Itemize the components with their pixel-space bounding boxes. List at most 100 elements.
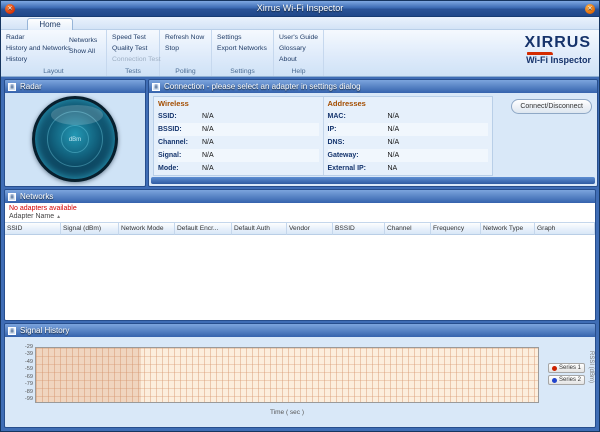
signal-history-panel: ≡ Signal History -29 -39 -49 -59 -69 -79…: [4, 323, 596, 428]
ribbon-item-radar[interactable]: Radar: [4, 32, 66, 43]
radar-panel: ≡ Radar dBm: [4, 79, 146, 187]
column-header-signal[interactable]: Signal (dBm): [61, 223, 119, 235]
ip-label: IP:: [327, 126, 337, 133]
window-title: Xirrus Wi-Fi Inspector: [256, 3, 344, 13]
column-header-bssid[interactable]: BSSID: [333, 223, 385, 235]
ribbon-item-glossary[interactable]: Glossary: [277, 43, 322, 54]
ribbon-group-settings: Settings Export Networks Settings: [212, 30, 274, 76]
networks-panel-header: ≡ Networks: [5, 190, 595, 203]
radar-dbm-label: dBm: [68, 137, 82, 143]
ribbon-tab-row: Home: [1, 17, 599, 30]
gateway-value: N/A: [387, 152, 400, 159]
networks-panel: ≡ Networks No adapters available Adapter…: [4, 189, 596, 321]
y-tick: -89: [24, 388, 33, 395]
ssid-label: SSID:: [158, 113, 177, 120]
ribbon-item-history[interactable]: History: [4, 54, 66, 65]
chart-y-axis-ticks: -29 -39 -49 -59 -69 -79 -89 -99: [11, 344, 33, 402]
bssid-label: BSSID:: [158, 126, 182, 133]
app-window: ✕ Xirrus Wi-Fi Inspector ✕ Home Radar Hi…: [0, 0, 600, 432]
series-2-marker-icon: [551, 377, 557, 383]
column-header-graph[interactable]: Graph: [535, 223, 595, 235]
column-header-network-mode[interactable]: Network Mode: [119, 223, 175, 235]
no-adapters-notice: No adapters available: [9, 205, 77, 212]
ribbon-item-connection-test: Connection Test: [112, 56, 161, 63]
y-tick: -69: [24, 373, 33, 380]
close-icon[interactable]: ✕: [585, 4, 595, 14]
ribbon-group-label-help: Help: [291, 68, 306, 75]
mac-value: N/A: [387, 113, 400, 120]
mode-label: Mode:: [158, 165, 179, 172]
addresses-heading: Addresses: [327, 99, 366, 108]
radar-display: dBm: [32, 96, 118, 182]
title-bar: ✕ Xirrus Wi-Fi Inspector ✕: [1, 1, 599, 17]
ribbon-item-stop[interactable]: Stop: [163, 43, 210, 54]
connect-disconnect-button[interactable]: Connect/Disconnect: [511, 99, 592, 114]
ribbon-item-quality-test[interactable]: Quality Test: [110, 43, 158, 54]
sort-arrow-icon: ▲: [56, 214, 62, 220]
chart-shaded-region: [36, 348, 142, 402]
ribbon-item-users-guide[interactable]: User's Guide: [277, 32, 322, 43]
ribbon-group-label-tests: Tests: [125, 68, 141, 75]
signal-history-panel-title: Signal History: [20, 326, 70, 335]
adapter-name-group-row[interactable]: Adapter Name ▲: [5, 212, 595, 222]
radar-panel-header: ≡ Radar: [5, 80, 145, 93]
column-header-default-auth[interactable]: Default Auth: [232, 223, 287, 235]
column-header-vendor[interactable]: Vendor: [287, 223, 333, 235]
tab-home[interactable]: Home: [27, 18, 73, 30]
panel-collapse-icon[interactable]: ≡: [8, 327, 16, 335]
bssid-value: N/A: [202, 126, 214, 133]
dns-value: N/A: [387, 139, 400, 146]
networks-panel-title: Networks: [20, 192, 54, 201]
connection-panel-header: ≡ Connection - please select an adapter …: [149, 80, 597, 93]
ribbon-group-tests: Speed Test Quality Test Connection Test …: [107, 30, 161, 76]
brand-tagline: Wi-Fi Inspector: [526, 55, 591, 65]
panel-collapse-icon[interactable]: ≡: [152, 83, 160, 91]
ribbon: Radar History and Networks History Netwo…: [1, 30, 599, 77]
wireless-section: Wireless SSID: N/A BSSID: N/A Channel: N/A …: [154, 97, 324, 175]
y-tick: -79: [24, 381, 33, 388]
gateway-label: Gateway:: [327, 152, 359, 159]
signal-label: Signal:: [158, 152, 182, 159]
series-2-label: Series 2: [558, 377, 581, 383]
signal-history-panel-header: ≡ Signal History: [5, 324, 595, 337]
ribbon-group-label-polling: Polling: [175, 68, 196, 75]
panel-collapse-icon[interactable]: ≡: [8, 83, 16, 91]
app-logo-icon: ✕: [5, 4, 15, 14]
panel-collapse-icon[interactable]: ≡: [8, 193, 16, 201]
chart-y-axis-label: RSSI (dBm): [588, 351, 594, 384]
brand-logo: XIRRUS Wi-Fi Inspector: [524, 34, 591, 66]
wireless-heading: Wireless: [158, 99, 189, 108]
ribbon-item-refresh-now[interactable]: Refresh Now: [163, 32, 210, 43]
ribbon-item-about[interactable]: About: [277, 54, 322, 65]
ribbon-item-export-networks[interactable]: Export Networks: [215, 43, 272, 54]
column-header-frequency[interactable]: Frequency: [431, 223, 481, 235]
column-header-channel[interactable]: Channel: [385, 223, 431, 235]
legend-item-series-1[interactable]: Series 1: [547, 363, 585, 373]
y-tick: -29: [24, 344, 33, 350]
signal-value: N/A: [202, 152, 214, 159]
radar-panel-title: Radar: [20, 82, 42, 91]
ip-value: N/A: [387, 126, 400, 133]
column-header-ssid[interactable]: SSID: [5, 223, 61, 235]
connection-panel: ≡ Connection - please select an adapter …: [148, 79, 598, 187]
channel-value: N/A: [202, 139, 214, 146]
connection-panel-title: Connection - please select an adapter in…: [164, 82, 361, 91]
ribbon-group-layout: Radar History and Networks History Netwo…: [1, 30, 107, 76]
legend-item-series-2[interactable]: Series 2: [547, 375, 585, 385]
y-tick: -39: [24, 351, 33, 358]
external-ip-label: External IP:: [327, 165, 367, 172]
ribbon-item-speed-test[interactable]: Speed Test: [110, 32, 158, 43]
chart-legend: Series 1 Series 2: [547, 363, 585, 385]
column-header-network-type[interactable]: Network Type: [481, 223, 535, 235]
ribbon-group-help: User's Guide Glossary About Help: [274, 30, 324, 76]
ribbon-item-show-all[interactable]: Show All: [67, 46, 105, 57]
ribbon-item-networks[interactable]: Networks: [67, 35, 105, 46]
brand-name: XIRRUS: [524, 34, 591, 51]
ribbon-item-settings[interactable]: Settings: [215, 32, 272, 43]
adapter-name-label: Adapter Name: [9, 213, 55, 220]
ribbon-group-label-layout: Layout: [43, 68, 64, 75]
ribbon-item-history-and-networks[interactable]: History and Networks: [4, 43, 71, 54]
series-1-marker-icon: [551, 365, 557, 371]
column-header-default-encryption[interactable]: Default Encr...: [175, 223, 232, 235]
y-tick: -99: [24, 395, 33, 402]
